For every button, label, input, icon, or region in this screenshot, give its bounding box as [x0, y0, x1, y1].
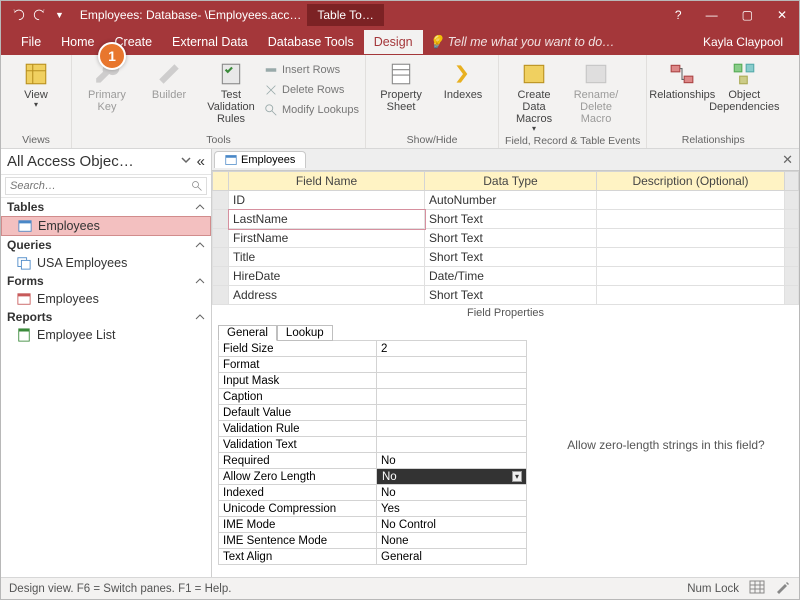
window-title: Employees: Database- \Employees.acc…	[80, 8, 301, 22]
search-icon	[191, 180, 203, 192]
property-row[interactable]: IndexedNo	[219, 485, 527, 501]
nav-section-forms[interactable]: Forms	[1, 272, 211, 290]
modify-lookups-button[interactable]: Modify Lookups	[264, 101, 359, 119]
qat-dropdown-icon[interactable]: ▼	[55, 10, 64, 20]
nav-item[interactable]: Employees	[1, 290, 211, 308]
status-text: Design view. F6 = Switch panes. F1 = Hel…	[9, 583, 231, 595]
test-validation-rules-button[interactable]: Test Validation Rules	[202, 57, 260, 125]
nav-section-queries[interactable]: Queries	[1, 236, 211, 254]
table-row[interactable]: IDAutoNumber	[213, 191, 799, 210]
navpane-collapse-icon[interactable]: «	[180, 153, 205, 170]
table-row[interactable]: AddressShort Text	[213, 286, 799, 305]
tell-me-search[interactable]: 💡 Tell me what you want to do…	[429, 35, 615, 50]
table-icon	[225, 154, 237, 166]
builder-button[interactable]: Builder	[140, 57, 198, 101]
property-row[interactable]: Validation Text	[219, 437, 527, 453]
property-row[interactable]: IME ModeNo Control	[219, 517, 527, 533]
prop-tab-lookup[interactable]: Lookup	[277, 325, 333, 341]
object-dependencies-button[interactable]: Object Dependencies	[715, 57, 773, 113]
property-row[interactable]: Format	[219, 357, 527, 373]
property-row[interactable]: Field Size2	[219, 341, 527, 357]
view-button[interactable]: View▾	[7, 57, 65, 110]
table-row[interactable]: HireDateDate/Time	[213, 267, 799, 286]
tab-database-tools[interactable]: Database Tools	[258, 30, 364, 54]
col-data-type[interactable]: Data Type	[425, 172, 597, 191]
indexes-button[interactable]: Indexes	[434, 57, 492, 101]
tab-design[interactable]: Design	[364, 30, 423, 54]
ribbon-group-showhide: Property Sheet Indexes Show/Hide	[366, 55, 499, 148]
table-row[interactable]: FirstNameShort Text	[213, 229, 799, 248]
user-label[interactable]: Kayla Claypool	[703, 35, 799, 49]
rename-delete-macro-button[interactable]: Rename/ Delete Macro	[567, 57, 625, 125]
table-row[interactable]: LastNameShort Text	[213, 210, 799, 229]
navpane-title[interactable]: All Access Objec…	[7, 153, 134, 170]
help-icon[interactable]: ?	[675, 8, 682, 22]
status-bar: Design view. F6 = Switch panes. F1 = Hel…	[1, 577, 799, 599]
field-grid[interactable]: Field Name Data Type Description (Option…	[212, 171, 799, 305]
view-datasheet-icon[interactable]	[749, 580, 765, 597]
col-description[interactable]: Description (Optional)	[597, 172, 785, 191]
create-data-macros-button[interactable]: Create Data Macros▾	[505, 57, 563, 134]
maximize-icon[interactable]: ▢	[742, 8, 753, 22]
property-grid[interactable]: Field Size2FormatInput MaskCaptionDefaul…	[218, 340, 527, 565]
minimize-icon[interactable]: —	[706, 8, 718, 22]
field-properties-label: Field Properties	[212, 305, 799, 321]
property-row[interactable]: IME Sentence ModeNone	[219, 533, 527, 549]
table-row[interactable]: TitleShort Text	[213, 248, 799, 267]
property-row[interactable]: Caption	[219, 389, 527, 405]
nav-section-tables[interactable]: Tables	[1, 198, 211, 216]
redo-icon[interactable]	[33, 7, 47, 24]
context-tab-label[interactable]: Table To…	[307, 4, 383, 26]
ribbon-group-relationships: Relationships Object Dependencies Relati…	[647, 55, 779, 148]
title-bar: ▼ Employees: Database- \Employees.acc… T…	[1, 1, 799, 29]
property-row[interactable]: Default Value	[219, 405, 527, 421]
numlock-indicator: Num Lock	[687, 583, 739, 595]
property-row[interactable]: Input Mask	[219, 373, 527, 389]
property-row[interactable]: Text AlignGeneral	[219, 549, 527, 565]
property-help-text: Allow zero-length strings in this field?	[539, 325, 793, 565]
search-input[interactable]	[5, 177, 207, 195]
property-sheet-button[interactable]: Property Sheet	[372, 57, 430, 113]
ribbon: View▾ Views Primary Key Builder Test Val…	[1, 55, 799, 149]
prop-tab-general[interactable]: General	[218, 325, 277, 341]
close-icon[interactable]: ✕	[777, 8, 787, 22]
property-row[interactable]: Unicode CompressionYes	[219, 501, 527, 517]
property-row[interactable]: Validation Rule	[219, 421, 527, 437]
nav-item[interactable]: Employees	[1, 216, 211, 236]
relationships-button[interactable]: Relationships	[653, 57, 711, 101]
nav-item[interactable]: Employee List	[1, 326, 211, 344]
navpane-search[interactable]	[1, 175, 211, 198]
nav-item[interactable]: USA Employees	[1, 254, 211, 272]
undo-icon[interactable]	[11, 7, 25, 24]
nav-section-reports[interactable]: Reports	[1, 308, 211, 326]
col-field-name[interactable]: Field Name	[229, 172, 425, 191]
design-area: Employees ✕ Field Name Data Type Descrip…	[212, 149, 799, 577]
callout-1: 1	[98, 42, 126, 70]
ribbon-group-events: Create Data Macros▾ Rename/ Delete Macro…	[499, 55, 647, 148]
navigation-pane: All Access Objec… « TablesEmployeesQueri…	[1, 149, 212, 577]
property-row[interactable]: RequiredNo	[219, 453, 527, 469]
object-tab-employees[interactable]: Employees	[214, 151, 306, 168]
object-tab-close-icon[interactable]: ✕	[776, 152, 799, 168]
ribbon-group-views: View▾ Views	[1, 55, 72, 148]
view-design-icon[interactable]	[775, 580, 791, 597]
delete-rows-button[interactable]: Delete Rows	[264, 81, 359, 99]
tab-home[interactable]: Home	[51, 30, 104, 54]
insert-rows-button[interactable]: Insert Rows	[264, 61, 359, 79]
tab-file[interactable]: File	[11, 30, 51, 54]
property-row[interactable]: Allow Zero LengthNo▾	[219, 469, 527, 485]
tab-external-data[interactable]: External Data	[162, 30, 258, 54]
